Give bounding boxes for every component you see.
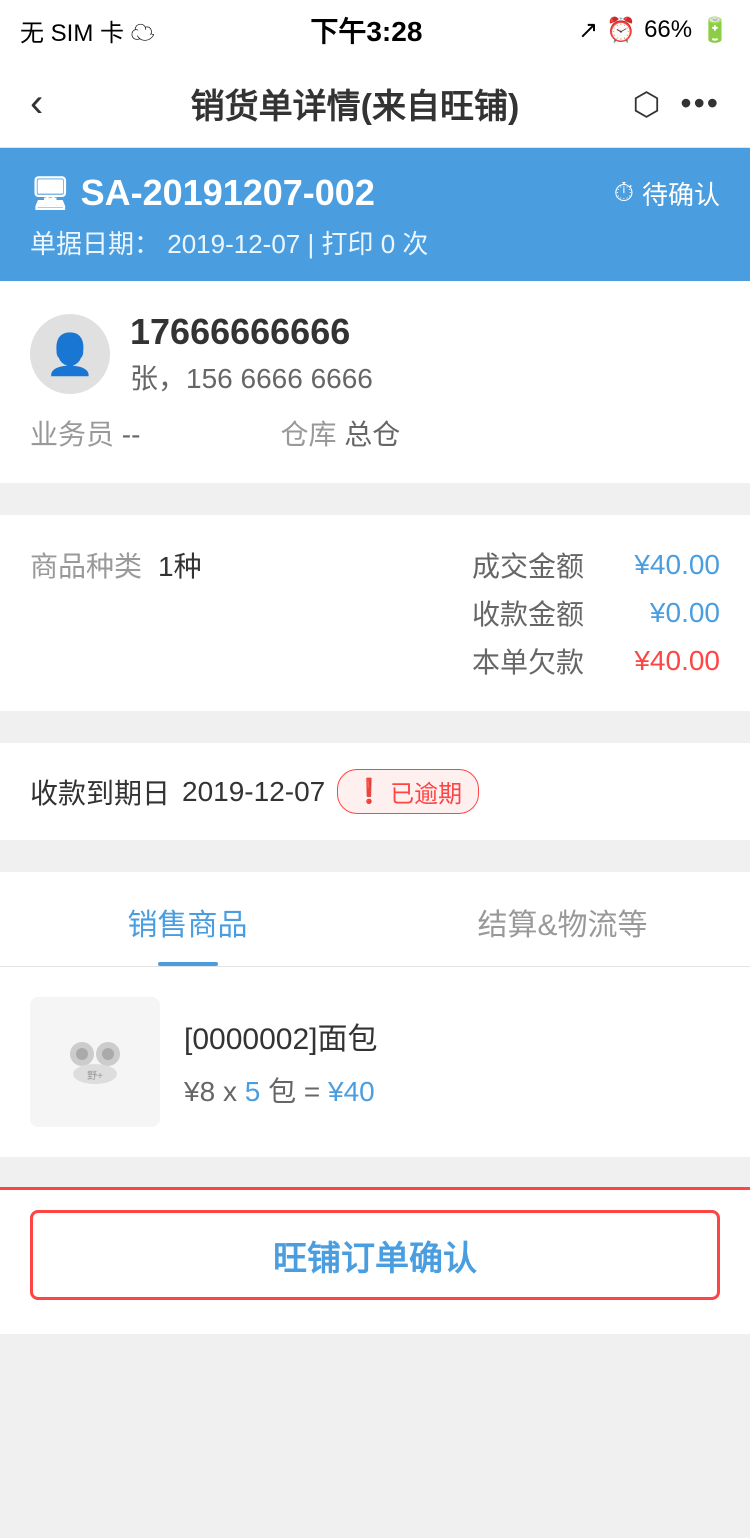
unit-price: ¥8 xyxy=(184,1076,215,1107)
product-type-value: 1种 xyxy=(158,545,202,585)
tab-settlement[interactable]: 结算&物流等 xyxy=(375,872,750,966)
due-date-label: 收款到期日 xyxy=(30,772,170,812)
avatar-icon: 👤 xyxy=(45,331,95,378)
received-row: 收款金额 ¥0.00 xyxy=(472,593,720,633)
customer-phone: 17666666666 xyxy=(130,311,373,353)
owed-row: 本单欠款 ¥40.00 xyxy=(472,641,720,681)
multiply-sign: x xyxy=(223,1076,245,1107)
product-section: 野+ [0000002]面包 ¥8 x 5 包 = ¥40 xyxy=(0,967,750,1158)
owed-label: 本单欠款 xyxy=(472,641,584,681)
order-id: 🖥 SA-20191207-002 xyxy=(30,172,375,214)
bottom-spacer xyxy=(0,1378,750,1538)
share-icon[interactable]: ⬡ xyxy=(632,85,660,123)
owed-value: ¥40.00 xyxy=(600,645,720,677)
salesman-data: -- xyxy=(122,419,141,450)
overdue-badge: ❗ 已逾期 xyxy=(337,769,479,814)
customer-info: 17666666666 张，156 6666 6666 xyxy=(130,311,373,397)
bottom-bar: 旺铺订单确认 xyxy=(0,1187,750,1334)
transaction-value: ¥40.00 xyxy=(600,549,720,581)
customer-meta: 业务员 -- 仓库 总仓 xyxy=(30,413,720,453)
order-date: 单据日期： 2019-12-07 | 打印 0 次 xyxy=(30,224,720,261)
transaction-row: 成交金额 ¥40.00 xyxy=(472,545,720,585)
equals-sign: = xyxy=(304,1076,328,1107)
due-date-value: 2019-12-07 xyxy=(182,776,325,808)
received-value: ¥0.00 xyxy=(600,597,720,629)
location-icon: ↗ xyxy=(578,16,598,45)
status-bar-time: 下午3:28 xyxy=(310,10,422,50)
confirm-button[interactable]: 旺铺订单确认 xyxy=(30,1210,720,1300)
status-bar-right: ↗ ⏰ 66% 🔋 xyxy=(578,16,730,45)
warehouse-label: 仓库 xyxy=(280,419,336,450)
transaction-label: 成交金额 xyxy=(472,545,584,585)
summary-left: 商品种类 1种 xyxy=(30,545,202,585)
svg-text:野+: 野+ xyxy=(87,1070,103,1082)
overdue-text: 已逾期 xyxy=(390,774,462,809)
summary-right: 成交金额 ¥40.00 收款金额 ¥0.00 本单欠款 ¥40.00 xyxy=(472,545,720,681)
product-type-label: 商品种类 xyxy=(30,545,142,585)
total-price: ¥40 xyxy=(328,1076,375,1107)
tab-products[interactable]: 销售商品 xyxy=(0,872,375,966)
due-section: 收款到期日 2019-12-07 ❗ 已逾期 xyxy=(0,743,750,840)
product-item: 野+ [0000002]面包 ¥8 x 5 包 = ¥40 xyxy=(0,967,750,1158)
divider-3 xyxy=(0,856,750,872)
avatar: 👤 xyxy=(30,314,110,394)
more-icon[interactable]: ••• xyxy=(680,85,720,122)
status-bar-left: 无 SIM 卡 ☁ xyxy=(20,13,155,48)
customer-section: 👤 17666666666 张，156 6666 6666 业务员 -- 仓库 … xyxy=(0,281,750,483)
warehouse-data: 总仓 xyxy=(344,419,400,450)
salesman-label: 业务员 xyxy=(30,419,114,450)
battery-icon: 🔋 xyxy=(700,16,730,45)
page-title: 销货单详情(来自旺铺) xyxy=(90,79,620,128)
tabs-section: 销售商品 结算&物流等 xyxy=(0,872,750,967)
divider-2 xyxy=(0,727,750,743)
product-info: [0000002]面包 ¥8 x 5 包 = ¥40 xyxy=(184,1014,720,1110)
alarm-icon: ⏰ xyxy=(606,16,636,45)
product-thumbnail: 野+ xyxy=(30,997,160,1127)
order-header: 🖥 SA-20191207-002 ⏱ 待确认 单据日期： 2019-12-07… xyxy=(0,148,750,281)
salesman-item: 业务员 -- xyxy=(30,413,140,453)
unit-label: 包 xyxy=(268,1076,296,1107)
sim-label: 无 SIM 卡 ☁ xyxy=(20,13,155,48)
product-name: [0000002]面包 xyxy=(184,1014,720,1058)
summary-section: 商品种类 1种 成交金额 ¥40.00 收款金额 ¥0.00 本单欠款 ¥40.… xyxy=(0,515,750,711)
status-clock-icon: ⏱ xyxy=(614,177,634,209)
product-price: ¥8 x 5 包 = ¥40 xyxy=(184,1070,720,1110)
order-status: ⏱ 待确认 xyxy=(614,175,720,212)
customer-row: 👤 17666666666 张，156 6666 6666 xyxy=(30,311,720,397)
tabs-row: 销售商品 结算&物流等 xyxy=(0,872,750,967)
nav-actions: ⬡ ••• xyxy=(620,85,720,123)
order-header-top: 🖥 SA-20191207-002 ⏱ 待确认 xyxy=(30,172,720,214)
warehouse-item: 仓库 总仓 xyxy=(280,413,400,453)
nav-bar: ‹ 销货单详情(来自旺铺) ⬡ ••• xyxy=(0,60,750,148)
quantity: 5 xyxy=(245,1076,261,1107)
overdue-icon: ❗ xyxy=(354,777,384,806)
order-icon: 🖥 xyxy=(30,174,71,212)
customer-name: 张，156 6666 6666 xyxy=(130,357,373,397)
battery-label: 66% xyxy=(644,16,692,44)
back-button[interactable]: ‹ xyxy=(30,81,90,126)
status-bar: 无 SIM 卡 ☁ 下午3:28 ↗ ⏰ 66% 🔋 xyxy=(0,0,750,60)
divider-1 xyxy=(0,499,750,515)
received-label: 收款金额 xyxy=(472,593,584,633)
